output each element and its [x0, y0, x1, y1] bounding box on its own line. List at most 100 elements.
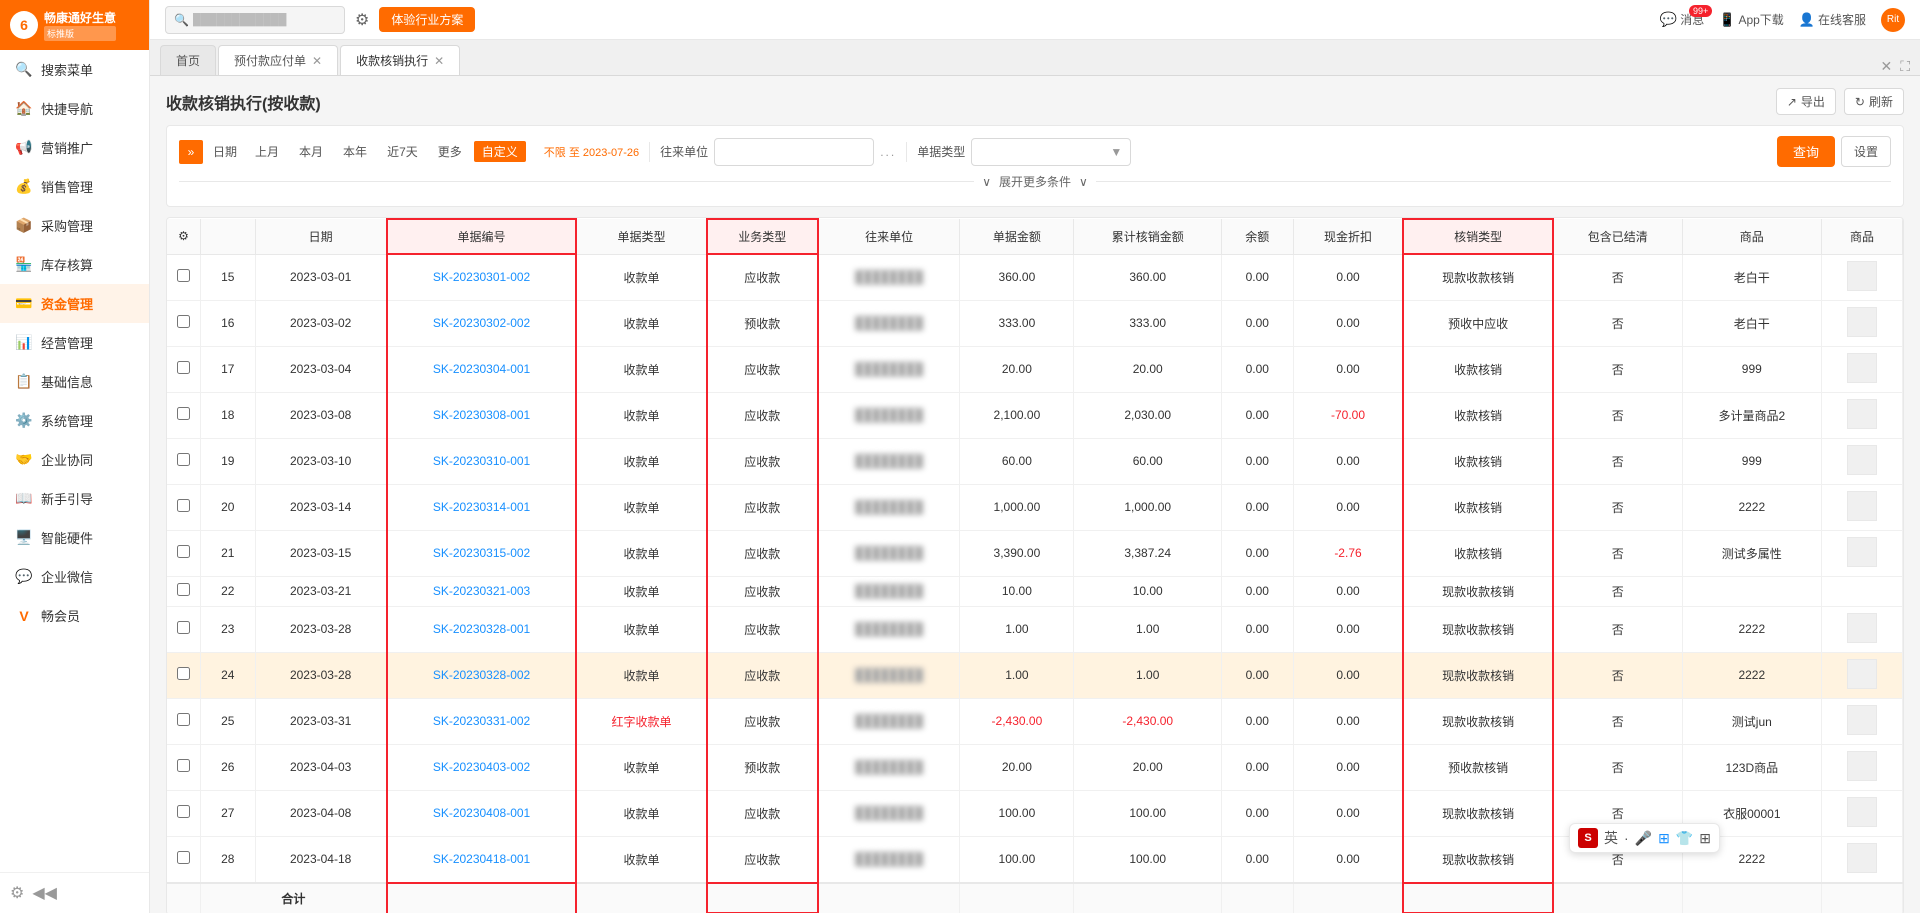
row-cumulative-cancel: 10.00: [1074, 576, 1222, 606]
date-custom-button[interactable]: 自定义: [474, 141, 526, 162]
date-opt-more[interactable]: 更多: [430, 141, 470, 162]
ime-chinese-icon[interactable]: 英: [1604, 828, 1618, 848]
bill-no-link[interactable]: SK-20230314-001: [433, 500, 530, 514]
col-header-cancel-type[interactable]: 核销类型: [1403, 219, 1552, 254]
row-balance: 0.00: [1222, 606, 1293, 652]
col-header-counterparty[interactable]: 往来单位: [818, 219, 960, 254]
bill-no-link[interactable]: SK-20230304-001: [433, 362, 530, 376]
sidebar-item-search[interactable]: 🔍 搜索菜单: [0, 50, 149, 89]
bill-no-link[interactable]: SK-20230315-002: [433, 546, 530, 560]
col-header-biz-type[interactable]: 业务类型: [707, 219, 818, 254]
sidebar-item-hardware[interactable]: 🖥️ 智能硬件: [0, 518, 149, 557]
refresh-button[interactable]: ↻ 刷新: [1844, 88, 1904, 115]
tab-receipt[interactable]: 收款核销执行 ✕: [340, 45, 460, 75]
row-checkbox[interactable]: [177, 851, 190, 864]
col-header-bill-amount[interactable]: 单据金额: [960, 219, 1074, 254]
bill-no-link[interactable]: SK-20230418-001: [433, 852, 530, 866]
query-button[interactable]: 查询: [1777, 136, 1835, 167]
tab-prepay[interactable]: 预付款应付单 ✕: [218, 45, 338, 75]
tab-receipt-close[interactable]: ✕: [434, 54, 444, 68]
row-checkbox[interactable]: [177, 361, 190, 374]
filter-expand-row[interactable]: ∨ 展开更多条件 ∨: [179, 173, 1891, 190]
sidebar-item-operations[interactable]: 📊 经营管理: [0, 323, 149, 362]
ime-shirt-icon[interactable]: 👕: [1676, 830, 1693, 847]
ime-grid-icon[interactable]: ⊞: [1658, 830, 1670, 847]
row-product-img: [1821, 698, 1902, 744]
col-header-bill-type[interactable]: 单据类型: [576, 219, 706, 254]
row-checkbox[interactable]: [177, 621, 190, 634]
row-checkbox[interactable]: [177, 315, 190, 328]
sidebar-item-member[interactable]: V 畅会员: [0, 596, 149, 635]
collapse-icon[interactable]: ◀◀: [32, 883, 57, 903]
bill-no-link[interactable]: SK-20230328-001: [433, 622, 530, 636]
app-download-link[interactable]: 📱 App下载: [1719, 11, 1784, 28]
sidebar-item-wechat[interactable]: 💬 企业微信: [0, 557, 149, 596]
bill-no-link[interactable]: SK-20230301-002: [433, 270, 530, 284]
counterparty-input[interactable]: [714, 138, 874, 166]
sidebar-item-purchase[interactable]: 📦 采购管理: [0, 206, 149, 245]
close-tab-icon[interactable]: ✕: [1880, 58, 1892, 75]
col-header-settings[interactable]: ⚙: [167, 219, 201, 254]
export-button[interactable]: ↗ 导出: [1776, 88, 1836, 115]
solution-button[interactable]: 体验行业方案: [379, 7, 475, 32]
sidebar-item-sales[interactable]: 💰 销售管理: [0, 167, 149, 206]
settings-bottom-icon[interactable]: ⚙: [10, 883, 24, 903]
date-opt-7days[interactable]: 近7天: [379, 141, 426, 162]
row-checkbox[interactable]: [177, 269, 190, 282]
sidebar-item-basicinfo[interactable]: 📋 基础信息: [0, 362, 149, 401]
filter-toggle-button[interactable]: »: [179, 140, 203, 164]
bill-no-link[interactable]: SK-20230328-002: [433, 668, 530, 682]
bill-no-link[interactable]: SK-20230308-001: [433, 408, 530, 422]
col-header-product[interactable]: 商品: [1682, 219, 1821, 254]
messages-link[interactable]: 💬 消息 99+: [1660, 11, 1704, 28]
row-index: 25: [201, 698, 256, 744]
online-service-link[interactable]: 👤 在线客服: [1799, 11, 1866, 28]
col-header-bill-no[interactable]: 单据编号: [387, 219, 577, 254]
row-checkbox[interactable]: [177, 667, 190, 680]
col-header-balance[interactable]: 余额: [1222, 219, 1293, 254]
topbar-gear-icon[interactable]: ⚙: [355, 10, 369, 30]
topbar-search[interactable]: 🔍 ████████████: [165, 6, 345, 34]
bill-no-link[interactable]: SK-20230331-002: [433, 714, 530, 728]
ime-apps-icon[interactable]: ⊞: [1699, 830, 1711, 847]
col-header-date[interactable]: 日期: [255, 219, 387, 254]
col-header-cash-discount[interactable]: 现金折扣: [1293, 219, 1403, 254]
table-row: 23 2023-03-28 SK-20230328-001 收款单 应收款 ██…: [167, 606, 1903, 652]
bill-no-link[interactable]: SK-20230408-001: [433, 806, 530, 820]
row-checkbox[interactable]: [177, 713, 190, 726]
date-opt-lastmonth[interactable]: 上月: [247, 141, 287, 162]
sidebar-item-finance[interactable]: 💳 资金管理: [0, 284, 149, 323]
table-row: 16 2023-03-02 SK-20230302-002 收款单 预收款 ██…: [167, 300, 1903, 346]
bill-no-link[interactable]: SK-20230321-003: [433, 584, 530, 598]
sidebar-item-guide[interactable]: 📖 新手引导: [0, 479, 149, 518]
sidebar-item-marketing[interactable]: 📢 营销推广: [0, 128, 149, 167]
sidebar-item-quicknav[interactable]: 🏠 快捷导航: [0, 89, 149, 128]
tab-home[interactable]: 首页: [160, 45, 216, 75]
row-checkbox[interactable]: [177, 453, 190, 466]
ime-mic-icon[interactable]: 🎤: [1635, 830, 1652, 847]
row-index: 19: [201, 438, 256, 484]
row-checkbox[interactable]: [177, 759, 190, 772]
date-opt-thismonth[interactable]: 本月: [291, 141, 331, 162]
bill-no-link[interactable]: SK-20230403-002: [433, 760, 530, 774]
row-checkbox[interactable]: [177, 499, 190, 512]
maximize-tab-icon[interactable]: ⛶: [1900, 58, 1910, 75]
filter-settings-button[interactable]: 设置: [1841, 136, 1891, 167]
bill-no-link[interactable]: SK-20230302-002: [433, 316, 530, 330]
ime-dot-icon[interactable]: ·: [1624, 830, 1629, 846]
row-checkbox[interactable]: [177, 583, 190, 596]
date-opt-thisyear[interactable]: 本年: [335, 141, 375, 162]
sidebar-item-inventory[interactable]: 🏪 库存核算: [0, 245, 149, 284]
row-checkbox[interactable]: [177, 545, 190, 558]
tab-prepay-close[interactable]: ✕: [312, 54, 322, 68]
row-checkbox[interactable]: [177, 407, 190, 420]
sidebar-item-enterprise[interactable]: 🤝 企业协同: [0, 440, 149, 479]
sidebar-item-system[interactable]: ⚙️ 系统管理: [0, 401, 149, 440]
col-header-include-settled[interactable]: 包含已结清: [1553, 219, 1682, 254]
row-checkbox[interactable]: [177, 805, 190, 818]
col-header-cumulative-cancel[interactable]: 累计核销金额: [1074, 219, 1222, 254]
receipt-type-select[interactable]: ▼: [971, 138, 1131, 166]
col-header-product-img[interactable]: 商品: [1821, 219, 1902, 254]
bill-no-link[interactable]: SK-20230310-001: [433, 454, 530, 468]
user-avatar[interactable]: Rit: [1881, 8, 1905, 32]
